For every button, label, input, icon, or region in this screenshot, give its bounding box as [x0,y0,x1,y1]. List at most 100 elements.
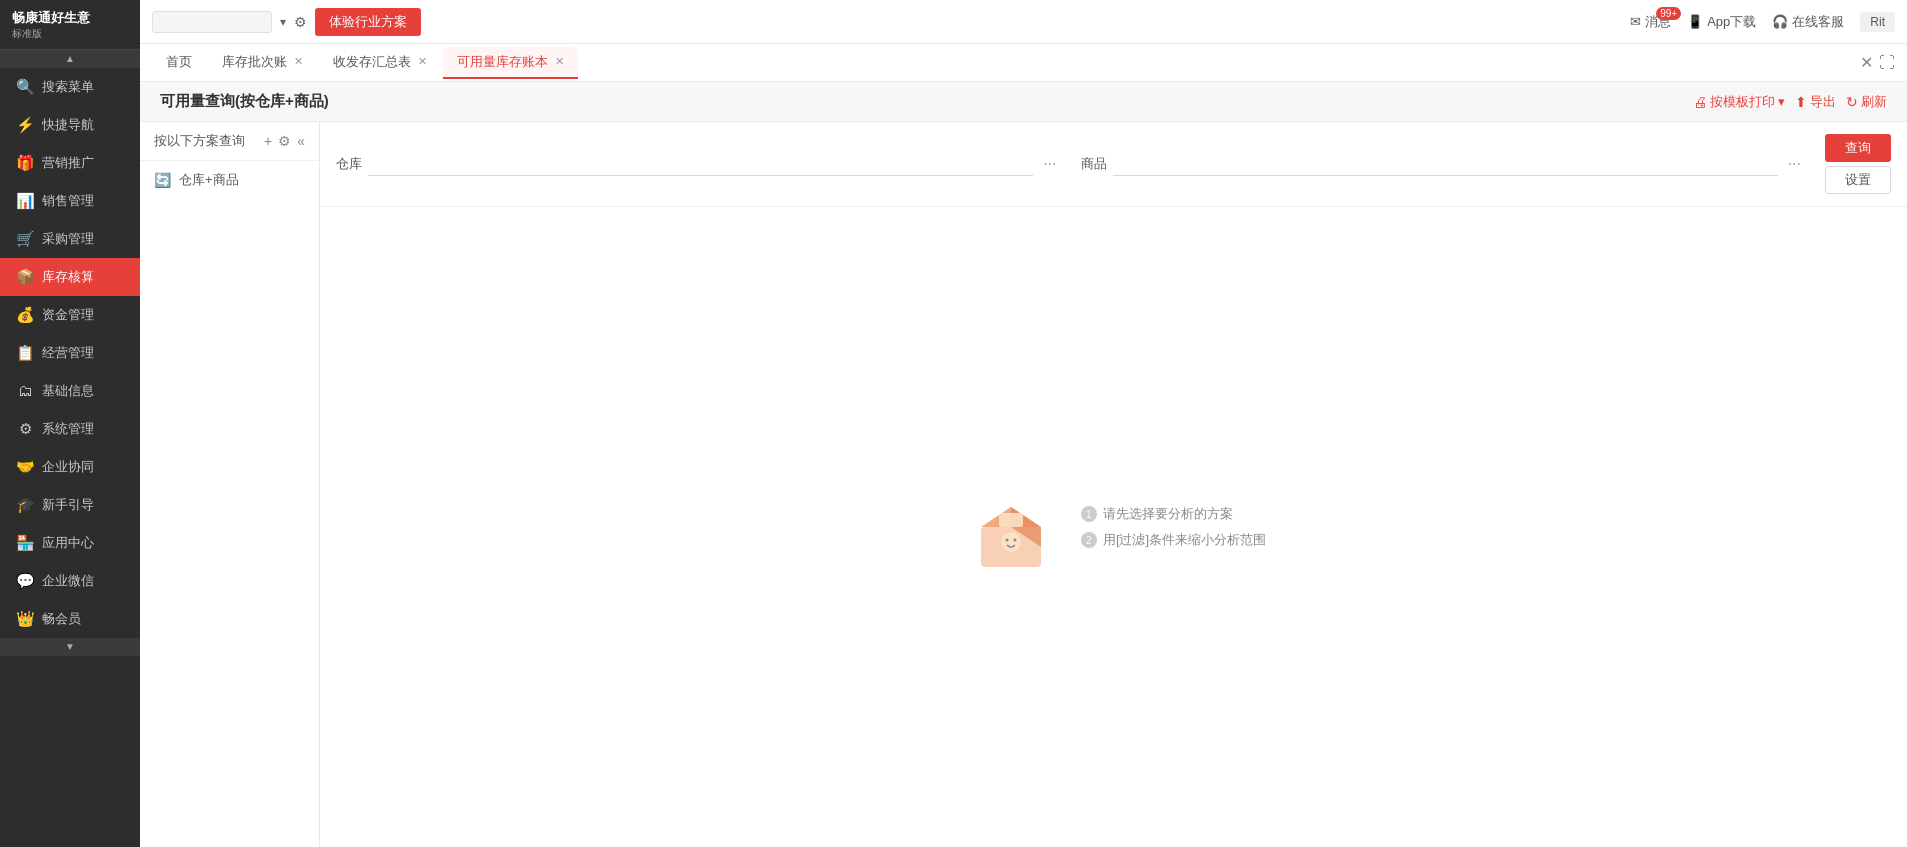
topbar-dropdown-button[interactable]: ▾ [280,15,286,29]
product-label: 商品 [1081,155,1107,173]
print-icon: 🖨 [1693,94,1707,110]
sidebar-label-inventory: 库存核算 [42,268,94,286]
marketing-icon: 🎁 [16,154,34,172]
sidebar-item-finance[interactable]: 💰 资金管理 [0,296,140,334]
filter-row: 仓库 ··· 商品 ··· 查询 设置 [320,122,1907,207]
empty-svg [961,477,1061,577]
sidebar-item-wechat[interactable]: 💬 企业微信 [0,562,140,600]
sidebar-item-basic[interactable]: 🗂 基础信息 [0,372,140,410]
main-area: ▾ ⚙ 体验行业方案 ✉ 消息 99+ 📱 App下载 🎧 在线客服 Rit [140,0,1907,847]
page-header-actions: 🖨 按模板打印 ▾ ⬆ 导出 ↻ 刷新 [1693,93,1887,111]
sidebar-label-sales: 销售管理 [42,192,94,210]
svg-point-4 [1001,532,1021,552]
tab-home[interactable]: 首页 [152,47,206,79]
product-filter-group: 商品 ··· [1081,152,1806,176]
sidebar-label-operation: 经营管理 [42,344,94,362]
sidebar-item-system[interactable]: ⚙ 系统管理 [0,410,140,448]
sidebar-item-member[interactable]: 👑 畅会员 [0,600,140,638]
sidebar-item-operation[interactable]: 📋 经营管理 [0,334,140,372]
user-name: Rit [1870,15,1885,29]
online-service-btn[interactable]: 🎧 在线客服 [1772,13,1844,31]
print-button[interactable]: 🖨 按模板打印 ▾ [1693,93,1785,111]
empty-tip-2: 2 用[过滤]条件来缩小分析范围 [1081,531,1266,549]
filter-setting-button[interactable]: ⚙ [278,133,291,149]
tab-close-window-button[interactable]: ✕ [1860,53,1873,72]
tab-fullscreen-button[interactable]: ⛶ [1879,53,1895,72]
sidebar-label-marketing: 营销推广 [42,154,94,172]
sidebar-label-system: 系统管理 [42,420,94,438]
empty-tip-1: 1 请先选择要分析的方案 [1081,505,1266,523]
topbar-search-input[interactable] [152,11,272,33]
sidebar-item-newbie[interactable]: 🎓 新手引导 [0,486,140,524]
basic-icon: 🗂 [16,382,34,399]
topbar: ▾ ⚙ 体验行业方案 ✉ 消息 99+ 📱 App下载 🎧 在线客服 Rit [140,0,1907,44]
tabs-window-controls: ✕ ⛶ [1860,53,1895,72]
page-title: 可用量查询(按仓库+商品) [160,92,329,111]
product-dots-button[interactable]: ··· [1784,155,1805,173]
member-icon: 👑 [16,610,34,628]
industry-solution-button[interactable]: 体验行业方案 [315,8,421,36]
export-button[interactable]: ⬆ 导出 [1795,93,1836,111]
filter-panel-title: 按以下方案查询 [154,132,245,150]
phone-icon: 📱 [1687,14,1703,29]
filter-item-warehouse-product[interactable]: 🔄 仓库+商品 [140,161,319,199]
right-content: 仓库 ··· 商品 ··· 查询 设置 [320,122,1907,847]
sidebar-item-inventory[interactable]: 📦 库存核算 [0,258,140,296]
warehouse-dots-button[interactable]: ··· [1039,155,1060,173]
refresh-button[interactable]: ↻ 刷新 [1846,93,1887,111]
tab-summary-close[interactable]: ✕ [418,55,427,68]
tab-available-close[interactable]: ✕ [555,55,564,68]
filter-add-button[interactable]: + [264,133,272,149]
sidebar-item-search[interactable]: 🔍 搜索菜单 [0,68,140,106]
content-area: 按以下方案查询 + ⚙ « 🔄 仓库+商品 仓库 ··· [140,122,1907,847]
filter-item-label: 仓库+商品 [179,171,239,189]
sidebar-label-finance: 资金管理 [42,306,94,324]
sidebar-item-shortcut[interactable]: ⚡ 快捷导航 [0,106,140,144]
finance-icon: 💰 [16,306,34,324]
filter-collapse-button[interactable]: « [297,133,305,149]
settings-button[interactable]: 设置 [1825,166,1891,194]
tab-available-label: 可用量库存账本 [457,53,548,71]
product-input[interactable] [1113,152,1778,176]
print-dropdown-icon[interactable]: ▾ [1778,94,1785,109]
tab-summary-label: 收发存汇总表 [333,53,411,71]
empty-tips: 1 请先选择要分析的方案 2 用[过滤]条件来缩小分析范围 [1081,505,1266,549]
sidebar-scroll-up[interactable]: ▲ [0,50,140,68]
sidebar-scroll-down[interactable]: ▼ [0,638,140,656]
sales-icon: 📊 [16,192,34,210]
export-icon: ⬆ [1795,94,1807,110]
headset-icon: 🎧 [1772,14,1788,29]
message-badge[interactable]: ✉ 消息 99+ [1630,13,1671,31]
tab-batch[interactable]: 库存批次账 ✕ [208,47,317,79]
sidebar-label-wechat: 企业微信 [42,572,94,590]
query-button[interactable]: 查询 [1825,134,1891,162]
empty-illustration [961,477,1061,577]
filter-panel-header: 按以下方案查询 + ⚙ « [140,122,319,161]
sidebar-item-cooperation[interactable]: 🤝 企业协同 [0,448,140,486]
tip-text-1: 请先选择要分析的方案 [1103,505,1233,523]
app-download-btn[interactable]: 📱 App下载 [1687,13,1756,31]
tab-batch-close[interactable]: ✕ [294,55,303,68]
wechat-icon: 💬 [16,572,34,590]
online-service-label: 在线客服 [1792,13,1844,31]
sidebar-label-appstore: 应用中心 [42,534,94,552]
warehouse-input[interactable] [368,152,1033,176]
tab-available[interactable]: 可用量库存账本 ✕ [443,47,578,79]
tip-num-2: 2 [1081,532,1097,548]
message-icon: ✉ [1630,14,1641,29]
refresh-label: 刷新 [1861,93,1887,111]
tabs-bar: 首页 库存批次账 ✕ 收发存汇总表 ✕ 可用量库存账本 ✕ ✕ ⛶ [140,44,1907,82]
sidebar-logo: 畅康通好生意 标准版 [0,0,140,50]
user-info[interactable]: Rit [1860,12,1895,32]
sidebar-item-appstore[interactable]: 🏪 应用中心 [0,524,140,562]
filter-item-icon: 🔄 [154,172,171,188]
tab-home-label: 首页 [166,53,192,71]
tab-summary[interactable]: 收发存汇总表 ✕ [319,47,441,79]
sidebar-item-sales[interactable]: 📊 销售管理 [0,182,140,220]
sidebar-item-purchase[interactable]: 🛒 采购管理 [0,220,140,258]
warehouse-label: 仓库 [336,155,362,173]
sidebar-item-marketing[interactable]: 🎁 营销推广 [0,144,140,182]
inventory-icon: 📦 [16,268,34,286]
print-label: 按模板打印 [1710,93,1775,111]
topbar-gear-button[interactable]: ⚙ [294,14,307,30]
